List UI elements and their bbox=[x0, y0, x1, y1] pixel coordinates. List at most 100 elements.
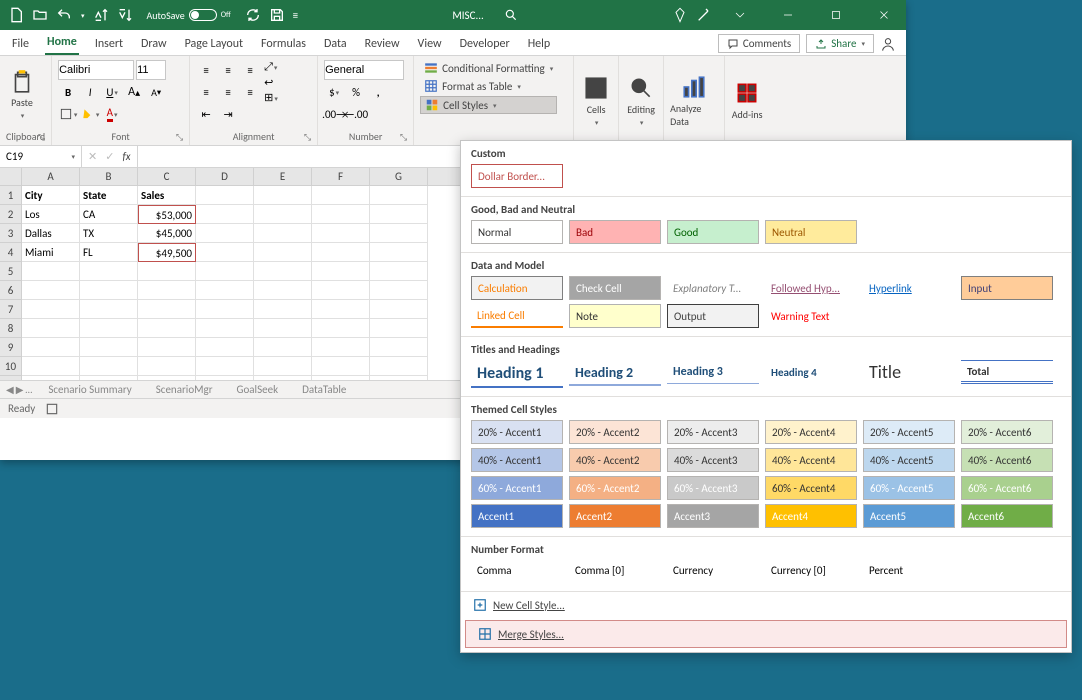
account-icon[interactable] bbox=[880, 36, 896, 52]
cell[interactable] bbox=[138, 300, 196, 319]
cell[interactable] bbox=[312, 224, 370, 243]
style-heading-3[interactable]: Heading 3 bbox=[667, 360, 759, 384]
cell[interactable] bbox=[370, 243, 428, 262]
col-header[interactable]: G bbox=[370, 168, 428, 185]
cell[interactable]: FL bbox=[80, 243, 138, 262]
select-all-corner[interactable] bbox=[0, 168, 22, 185]
cell[interactable] bbox=[312, 262, 370, 281]
style-dollar-border[interactable]: Dollar Border... bbox=[471, 164, 563, 188]
open-folder-icon[interactable] bbox=[32, 7, 48, 23]
cell[interactable] bbox=[312, 338, 370, 357]
search-icon[interactable] bbox=[504, 8, 518, 22]
cell[interactable]: Sales bbox=[138, 186, 196, 205]
cell[interactable] bbox=[22, 338, 80, 357]
cell[interactable]: $53,000 bbox=[138, 205, 196, 224]
save-icon[interactable] bbox=[269, 7, 285, 23]
merge-center-icon[interactable]: ⊞▾ bbox=[264, 91, 278, 104]
row-header[interactable]: 1 bbox=[0, 186, 22, 205]
decrease-decimal-icon[interactable]: ←.00 bbox=[346, 104, 366, 124]
cell[interactable] bbox=[80, 319, 138, 338]
undo-caret-icon[interactable]: ▾ bbox=[81, 11, 85, 20]
cell[interactable]: TX bbox=[80, 224, 138, 243]
diamond-icon[interactable] bbox=[672, 7, 688, 23]
new-file-icon[interactable] bbox=[8, 7, 24, 23]
addins-button[interactable]: Add-ins bbox=[731, 60, 763, 141]
style-heading-4[interactable]: Heading 4 bbox=[765, 360, 857, 384]
style-60-accent1[interactable]: 60% - Accent1 bbox=[471, 476, 563, 500]
cell[interactable] bbox=[196, 281, 254, 300]
row-header[interactable]: 7 bbox=[0, 300, 22, 319]
tab-data[interactable]: Data bbox=[322, 33, 349, 55]
cell[interactable] bbox=[370, 357, 428, 376]
style-currency0[interactable]: Currency [0] bbox=[765, 560, 857, 581]
cell[interactable] bbox=[370, 205, 428, 224]
cell[interactable] bbox=[370, 262, 428, 281]
tab-view[interactable]: View bbox=[416, 33, 444, 55]
cells-button[interactable]: Cells▾ bbox=[580, 60, 612, 141]
alignment-launcher-icon[interactable]: ⤡ bbox=[304, 132, 311, 143]
close-button[interactable] bbox=[864, 0, 904, 30]
cancel-formula-icon[interactable]: ✕ bbox=[88, 150, 97, 163]
style-bad[interactable]: Bad bbox=[569, 220, 661, 244]
macro-record-icon[interactable] bbox=[45, 402, 59, 416]
row-header[interactable]: 4 bbox=[0, 243, 22, 262]
style-40-accent2[interactable]: 40% - Accent2 bbox=[569, 448, 661, 472]
style-60-accent5[interactable]: 60% - Accent5 bbox=[863, 476, 955, 500]
col-header[interactable]: E bbox=[254, 168, 312, 185]
maximize-button[interactable] bbox=[816, 0, 856, 30]
cell[interactable] bbox=[196, 224, 254, 243]
cell[interactable] bbox=[370, 319, 428, 338]
fill-color-icon[interactable]: ▾ bbox=[80, 104, 100, 124]
style-note[interactable]: Note bbox=[569, 304, 661, 328]
row-header[interactable]: 10 bbox=[0, 357, 22, 376]
style-output[interactable]: Output bbox=[667, 304, 759, 328]
conditional-formatting-button[interactable]: Conditional Formatting▾ bbox=[420, 60, 557, 76]
style-accent4[interactable]: Accent4 bbox=[765, 504, 857, 528]
increase-indent-icon[interactable]: ⇥ bbox=[218, 104, 238, 124]
style-input[interactable]: Input bbox=[961, 276, 1053, 300]
style-accent3[interactable]: Accent3 bbox=[667, 504, 759, 528]
cell[interactable] bbox=[80, 281, 138, 300]
cell[interactable] bbox=[254, 281, 312, 300]
font-size-input[interactable] bbox=[136, 60, 166, 80]
minimize-button[interactable] bbox=[768, 0, 808, 30]
enter-formula-icon[interactable]: ✓ bbox=[105, 150, 114, 163]
row-header[interactable]: 2 bbox=[0, 205, 22, 224]
cell[interactable] bbox=[370, 300, 428, 319]
cell[interactable] bbox=[254, 205, 312, 224]
cell[interactable] bbox=[22, 300, 80, 319]
cell[interactable]: City bbox=[22, 186, 80, 205]
tab-help[interactable]: Help bbox=[526, 33, 553, 55]
italic-icon[interactable]: I bbox=[80, 82, 100, 102]
font-name-input[interactable] bbox=[58, 60, 134, 80]
cell[interactable] bbox=[254, 357, 312, 376]
style-60-accent2[interactable]: 60% - Accent2 bbox=[569, 476, 661, 500]
col-header[interactable]: F bbox=[312, 168, 370, 185]
style-40-accent4[interactable]: 40% - Accent4 bbox=[765, 448, 857, 472]
ribbon-options-icon[interactable] bbox=[720, 0, 760, 30]
cell[interactable] bbox=[370, 281, 428, 300]
wand-icon[interactable] bbox=[696, 7, 712, 23]
font-color-icon[interactable]: A▾ bbox=[102, 104, 122, 124]
merge-styles-button[interactable]: Merge Styles... bbox=[465, 620, 1067, 648]
style-comma[interactable]: Comma bbox=[471, 560, 563, 581]
number-format-select[interactable] bbox=[324, 60, 404, 80]
sheet-nav-more-icon[interactable]: … bbox=[25, 383, 32, 396]
cell[interactable] bbox=[254, 300, 312, 319]
cell[interactable] bbox=[254, 186, 312, 205]
align-left-icon[interactable]: ≡ bbox=[196, 82, 216, 102]
cell[interactable] bbox=[254, 243, 312, 262]
style-accent5[interactable]: Accent5 bbox=[863, 504, 955, 528]
cell[interactable] bbox=[138, 262, 196, 281]
style-explanatory[interactable]: Explanatory T... bbox=[667, 276, 759, 300]
number-launcher-icon[interactable]: ⤡ bbox=[400, 132, 407, 143]
row-header[interactable]: 9 bbox=[0, 338, 22, 357]
accounting-format-icon[interactable]: $▾ bbox=[324, 82, 344, 102]
align-right-icon[interactable]: ≡ bbox=[240, 82, 260, 102]
style-heading-1[interactable]: Heading 1 bbox=[471, 360, 563, 388]
style-title[interactable]: Title bbox=[863, 360, 955, 384]
style-60-accent4[interactable]: 60% - Accent4 bbox=[765, 476, 857, 500]
analyze-data-button[interactable]: Analyze Data bbox=[670, 60, 718, 141]
cell[interactable] bbox=[370, 186, 428, 205]
style-comma0[interactable]: Comma [0] bbox=[569, 560, 661, 581]
